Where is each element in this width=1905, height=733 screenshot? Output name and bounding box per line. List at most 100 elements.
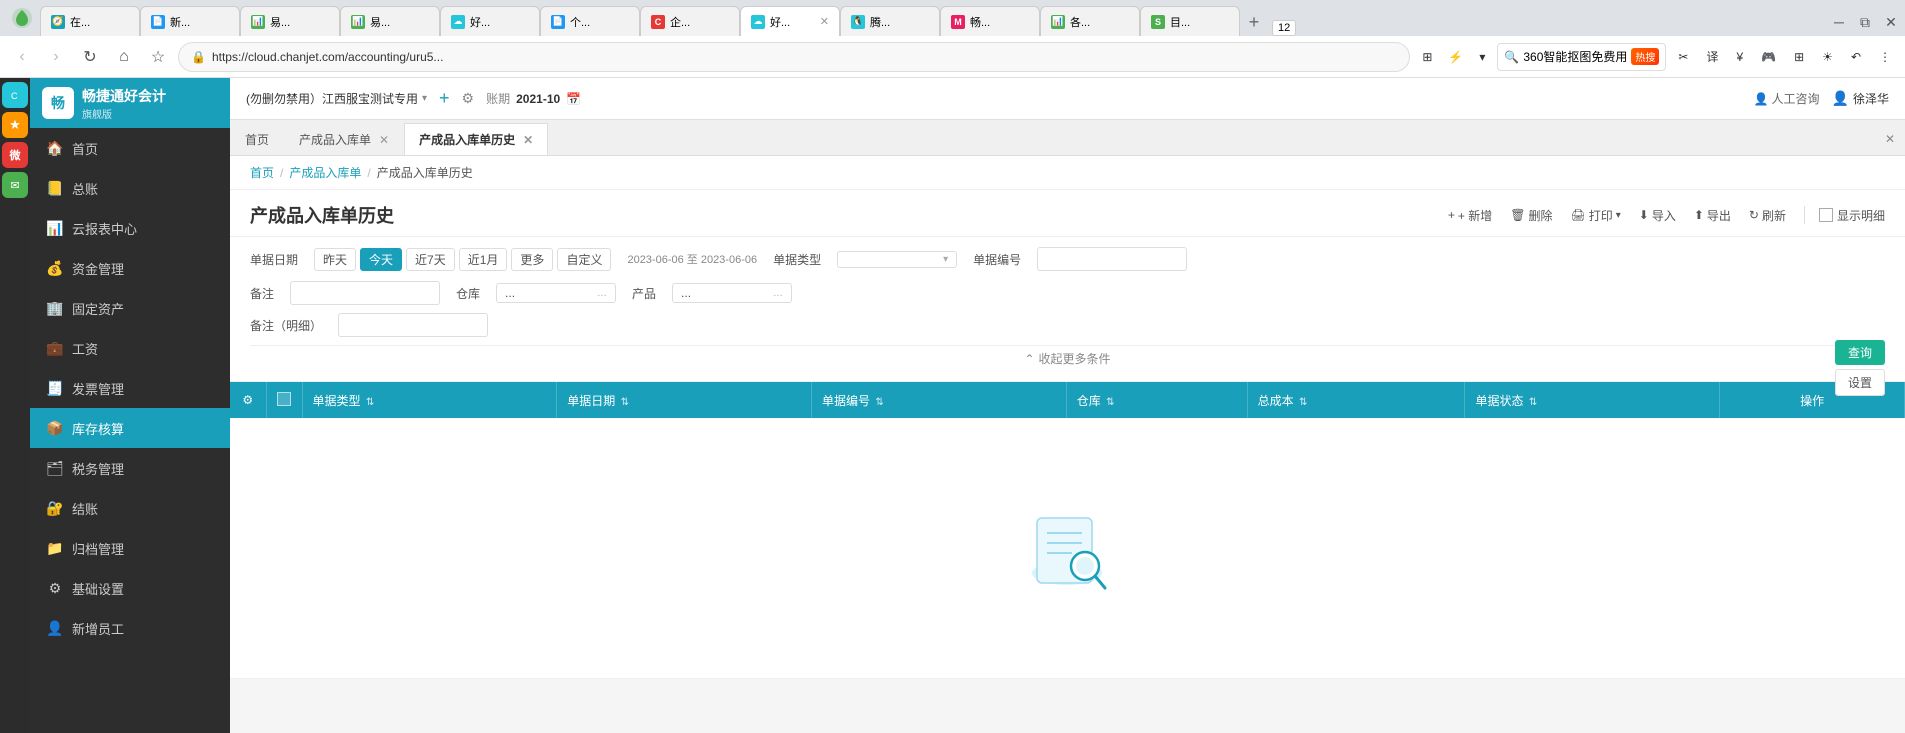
breadcrumb-parent[interactable]: 产成品入库单 — [289, 164, 361, 181]
scissors-icon-btn[interactable]: ✂ — [1672, 43, 1694, 71]
print-button[interactable]: 🖨 打印 ▾ — [1566, 205, 1624, 226]
sidebar-item-cloud-report[interactable]: 📊 云报表中心 — [30, 208, 230, 248]
sidebar-item-payroll[interactable]: 💼 工资 — [30, 328, 230, 368]
refresh-button[interactable]: ↻ — [76, 43, 104, 71]
page-tab-inventory-list-close[interactable]: ✕ — [379, 133, 389, 147]
page-tab-inventory-list[interactable]: 产成品入库单 ✕ — [284, 123, 404, 155]
refresh-data-button[interactable]: ↻ 刷新 — [1745, 205, 1790, 226]
restore-button[interactable]: ⧉ — [1855, 12, 1875, 32]
warehouse-sort-icon[interactable]: ⇅ — [1106, 397, 1114, 408]
sidebar-icon-weibo[interactable]: 微 — [2, 142, 28, 168]
page-tab-inventory-history[interactable]: 产成品入库单历史 ✕ — [404, 123, 548, 155]
th-doc-status[interactable]: 单据状态 ⇅ — [1465, 382, 1720, 418]
more-icon-btn[interactable]: ⋮ — [1873, 43, 1897, 71]
doc-no-sort-icon[interactable]: ⇅ — [875, 397, 883, 408]
sidebar-item-fund-mgmt[interactable]: 💰 资金管理 — [30, 248, 230, 288]
apps-icon-btn[interactable]: ⊞ — [1788, 43, 1810, 71]
tab-8-active[interactable]: ☁ 好... ✕ — [740, 6, 840, 36]
delete-button[interactable]: 🗑 删除 — [1506, 205, 1556, 226]
th-doc-no[interactable]: 单据编号 ⇅ — [812, 382, 1067, 418]
th-total-cost[interactable]: 总成本 ⇅ — [1247, 382, 1465, 418]
sidebar-item-invoice[interactable]: 🧾 发票管理 — [30, 368, 230, 408]
customer-service-btn[interactable]: 👤 人工咨询 — [1754, 90, 1820, 107]
export-button[interactable]: ⬆ 导出 — [1690, 205, 1735, 226]
warehouse-select[interactable]: ... … — [496, 283, 616, 303]
date-btn-custom[interactable]: 自定义 — [557, 248, 611, 271]
query-button[interactable]: 查询 — [1835, 340, 1885, 365]
sidebar-icon-chanjet[interactable]: C — [2, 82, 28, 108]
org-selector[interactable]: (勿删勿禁用）江西服宝测试专用 ▾ — [246, 90, 427, 107]
sidebar-item-home[interactable]: 🏠 首页 — [30, 128, 230, 168]
back-button[interactable]: ‹ — [8, 43, 36, 71]
doc-status-sort-icon[interactable]: ⇅ — [1529, 397, 1537, 408]
lightning-icon-btn[interactable]: ⚡ — [1442, 43, 1469, 71]
tab-8-close[interactable]: ✕ — [820, 15, 829, 28]
tab-12[interactable]: S 目... — [1140, 6, 1240, 36]
translate-icon-btn[interactable]: 译 — [1700, 43, 1724, 71]
doc-type-sort-icon[interactable]: ⇅ — [366, 397, 374, 408]
doc-no-input[interactable] — [1037, 247, 1187, 271]
doc-type-select[interactable]: ▾ — [837, 251, 957, 268]
close-tab-panel-button[interactable]: ✕ — [1875, 123, 1905, 155]
tab-9[interactable]: 🐧 腾... — [840, 6, 940, 36]
doc-date-sort-icon[interactable]: ⇅ — [621, 397, 629, 408]
url-bar[interactable]: 🔒 https://cloud.chanjet.com/accounting/u… — [178, 42, 1410, 72]
add-org-button[interactable]: + — [439, 88, 450, 109]
th-warehouse[interactable]: 仓库 ⇅ — [1066, 382, 1247, 418]
sidebar-icon-star[interactable]: ★ — [2, 112, 28, 138]
tab-5[interactable]: ☁ 好... — [440, 6, 540, 36]
undo-icon-btn[interactable]: ↶ — [1845, 43, 1867, 71]
page-tab-inventory-history-close[interactable]: ✕ — [523, 133, 533, 147]
th-gear[interactable]: ⚙ — [230, 382, 266, 418]
org-settings-icon[interactable]: ⚙ — [462, 90, 475, 107]
game-icon-btn[interactable]: 🎮 — [1755, 43, 1782, 71]
remark-detail-input[interactable] — [338, 313, 488, 337]
dropdown-icon-btn[interactable]: ▾ — [1473, 43, 1491, 71]
close-button[interactable]: ✕ — [1881, 12, 1901, 32]
calendar-icon[interactable]: 📅 — [566, 92, 581, 106]
bookmark-button[interactable]: ☆ — [144, 43, 172, 71]
tab-3[interactable]: 📊 易... — [240, 6, 340, 36]
new-record-button[interactable]: + + 新增 — [1444, 205, 1496, 226]
th-doc-date[interactable]: 单据日期 ⇅ — [557, 382, 812, 418]
yuan-icon-btn[interactable]: ¥ — [1730, 43, 1749, 71]
show-columns-checkbox[interactable] — [1819, 208, 1833, 222]
gear-column-icon[interactable]: ⚙ — [242, 393, 253, 407]
th-doc-type[interactable]: 单据类型 ⇅ — [302, 382, 557, 418]
tab-2[interactable]: 📄 新... — [140, 6, 240, 36]
page-tab-home[interactable]: 首页 — [230, 123, 284, 155]
date-btn-1month[interactable]: 近1月 — [459, 248, 508, 271]
grid-icon-btn[interactable]: ⊞ — [1416, 43, 1438, 71]
th-checkbox[interactable] — [266, 382, 302, 418]
sidebar-item-general-ledger[interactable]: 📒 总账 — [30, 168, 230, 208]
sidebar-item-tax[interactable]: 🗂 税务管理 — [30, 448, 230, 488]
select-all-checkbox[interactable] — [277, 392, 291, 406]
new-tab-button[interactable]: + — [1240, 8, 1268, 36]
tab-1[interactable]: 🧭 在... — [40, 6, 140, 36]
show-columns-toggle[interactable]: 显示明细 — [1819, 207, 1885, 224]
search-box[interactable]: 🔍 360智能抠图免费用 热搜 — [1497, 43, 1666, 71]
collapse-button[interactable]: ⌃ 收起更多条件 — [1024, 350, 1110, 367]
minimize-button[interactable]: ─ — [1829, 12, 1849, 32]
breadcrumb-home[interactable]: 首页 — [250, 164, 274, 181]
product-select[interactable]: ... … — [672, 283, 792, 303]
tab-6[interactable]: 📄 个... — [540, 6, 640, 36]
tab-4[interactable]: 📊 易... — [340, 6, 440, 36]
forward-button[interactable]: › — [42, 43, 70, 71]
sidebar-icon-mail[interactable]: ✉ — [2, 172, 28, 198]
home-button[interactable]: ⌂ — [110, 43, 138, 71]
date-btn-more[interactable]: 更多 — [511, 248, 553, 271]
import-button[interactable]: ⬇ 导入 — [1635, 205, 1680, 226]
date-btn-yesterday[interactable]: 昨天 — [314, 248, 356, 271]
sidebar-item-checkout[interactable]: 🔐 结账 — [30, 488, 230, 528]
tab-10[interactable]: M 畅... — [940, 6, 1040, 36]
settings-button[interactable]: 设置 — [1835, 369, 1885, 396]
sidebar-item-new-entry[interactable]: 👤 新增员工 — [30, 608, 230, 648]
sidebar-item-basic-settings[interactable]: ⚙ 基础设置 — [30, 568, 230, 608]
date-btn-today[interactable]: 今天 — [360, 248, 402, 271]
sidebar-item-fixed-assets[interactable]: 🏢 固定资产 — [30, 288, 230, 328]
total-cost-sort-icon[interactable]: ⇅ — [1299, 397, 1307, 408]
nav-header[interactable]: 畅 畅捷通好会计 旗舰版 — [30, 78, 230, 128]
sidebar-item-inventory[interactable]: 📦 库存核算 — [30, 408, 230, 448]
night-icon-btn[interactable]: ☀ — [1816, 43, 1839, 71]
